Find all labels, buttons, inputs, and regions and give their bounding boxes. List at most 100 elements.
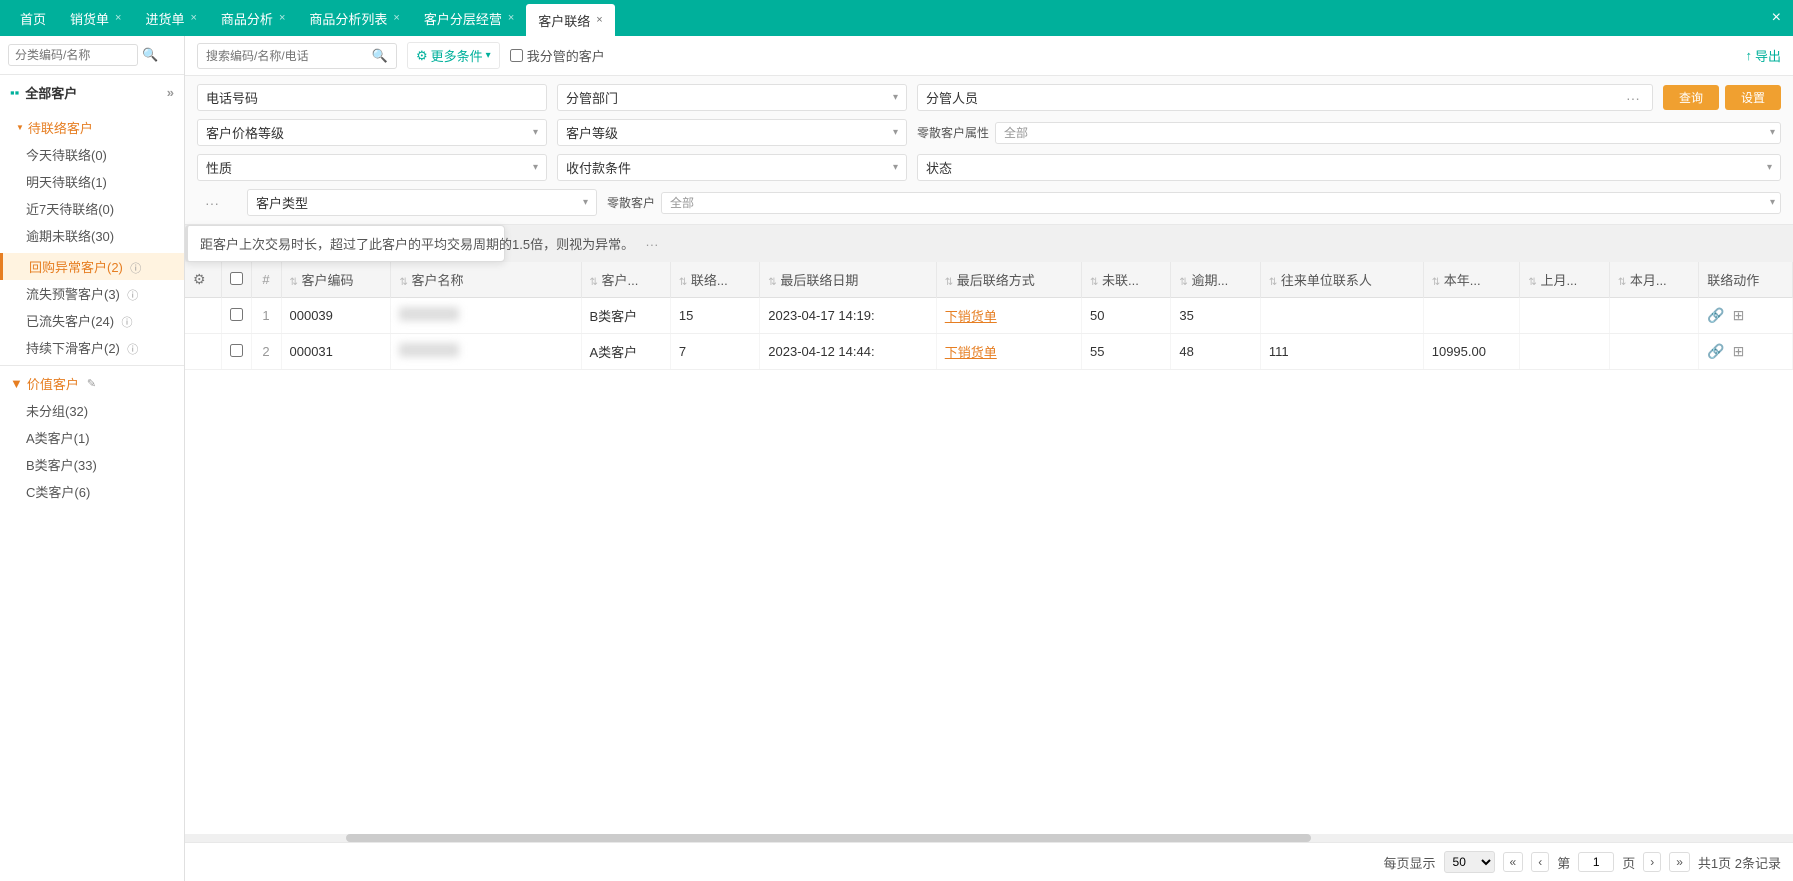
filter-person[interactable]: 分管人员 ··· [917,84,1653,111]
nav-close-product-analysis[interactable]: × [279,12,285,24]
per-page-label: 每页显示 [1384,853,1436,872]
sort-icon-lmonth[interactable]: ⇅ [1528,277,1536,288]
filter-customer-level[interactable]: 客户等级 ▾ [557,119,907,146]
col-uncontacted: ⇅ 未联... [1082,262,1171,298]
sidebar-item-class-c[interactable]: C类客户(6) [0,478,184,505]
sidebar-item-overdue[interactable]: 逾期未联络(30) [0,222,184,249]
row1-this-month [1609,298,1698,334]
nav-item-customer-contact[interactable]: 客户联络 × [526,4,614,36]
filter-payment[interactable]: 收付款条件 ▾ [557,154,907,181]
page-number-input[interactable] [1578,852,1614,872]
sort-icon-method[interactable]: ⇅ [945,277,953,288]
sort-icon-code[interactable]: ⇅ [290,277,298,288]
tooltip-popup: 距客户上次交易时长，超过了此客户的平均交易周期的1.5倍，则视为异常。 ··· [185,225,505,262]
row2-link-icon[interactable]: 🔗 [1707,343,1724,360]
sidebar-item-class-b[interactable]: B类客户(33) [0,451,184,478]
sort-icon-overdue[interactable]: ⇅ [1179,277,1187,288]
nav-item-product-list[interactable]: 商品分析列表 × [297,0,411,36]
sidebar-item-churn-warning[interactable]: 流失预警客户(3) ⓘ [0,280,184,307]
nav-close-customer-contact[interactable]: × [596,14,602,26]
sidebar-item-class-a[interactable]: A类客户(1) [0,424,184,451]
sort-icon-contact[interactable]: ⇅ [679,277,687,288]
sidebar-all-customers[interactable]: ▪▪ 全部客户 » [0,75,184,110]
row1-link-icon[interactable]: 🔗 [1707,307,1724,324]
row1-checkbox[interactable] [230,308,243,321]
retail-customer-select[interactable]: 全部 [661,192,1781,214]
scrollbar-thumb[interactable] [346,834,1311,842]
row1-method[interactable]: 下销货单 [936,298,1081,334]
per-page-select[interactable]: 50 20 100 200 [1444,851,1495,873]
row1-checkbox-cell [221,298,251,334]
sidebar-section-pending[interactable]: ▼ 待联络客户 [0,114,184,141]
filter-nature[interactable]: 性质 ▾ [197,154,547,181]
row1-grid-icon[interactable]: ⊞ [1733,307,1745,324]
filter-dept[interactable]: 分管部门 ▾ [557,84,907,111]
export-btn[interactable]: ↑ 导出 [1745,46,1781,65]
row2-checkbox[interactable] [230,344,243,357]
last-page-btn[interactable]: » [1669,852,1690,872]
search-icon[interactable]: 🔍 [372,48,388,64]
sidebar-search-input[interactable] [8,44,138,66]
sort-icon-tmonth[interactable]: ⇅ [1618,277,1626,288]
sidebar-search-area: 🔍 [0,36,184,75]
col-last-method: ⇅ 最后联络方式 [936,262,1081,298]
triangle-icon-2: ▼ [10,376,23,391]
nav-close-sales[interactable]: × [115,12,121,24]
sidebar-search-icon[interactable]: 🔍 [142,47,158,63]
nav-item-home[interactable]: 首页 [8,0,58,36]
dots-more[interactable]: ··· [197,192,227,214]
retail-attr-select[interactable]: 全部 [995,122,1781,144]
more-conditions-btn[interactable]: ⚙ 更多条件 ▾ [407,42,500,69]
filter-phone[interactable]: 电话号码 [197,84,547,111]
col-type: ⇅ 客户... [581,262,670,298]
nav-item-customer-tier[interactable]: 客户分层经营 × [412,0,526,36]
col-this-year: ⇅ 本年... [1423,262,1520,298]
sidebar-item-7days[interactable]: 近7天待联络(0) [0,195,184,222]
nav-close-customer-tier[interactable]: × [508,12,514,24]
select-all-checkbox[interactable] [230,272,243,285]
sort-icon-name[interactable]: ⇅ [399,277,407,288]
tooltip-close[interactable]: ··· [645,237,658,252]
dots-person[interactable]: ··· [1622,90,1644,106]
total-records-label: 共1页 2条记录 [1698,853,1781,872]
filter-customer-type[interactable]: 客户类型 ▾ [247,189,597,216]
next-page-btn[interactable]: › [1643,852,1661,872]
horizontal-scrollbar[interactable] [185,834,1793,842]
filter-price-level[interactable]: 客户价格等级 ▾ [197,119,547,146]
nav-item-sales[interactable]: 销货单 × [58,0,133,36]
sort-icon-type[interactable]: ⇅ [590,277,598,288]
filter-retail-attr-wrapper: 零散客户属性 全部 ▾ [917,122,1781,144]
sidebar-item-today[interactable]: 今天待联络(0) [0,141,184,168]
my-customers-checkbox[interactable] [510,49,523,62]
sidebar-collapse-btn[interactable]: » [167,85,174,100]
settings-button[interactable]: 设置 [1725,85,1781,110]
close-all-button[interactable]: × [1772,9,1781,27]
nav-close-purchase[interactable]: × [190,12,196,24]
first-page-btn[interactable]: « [1503,852,1524,872]
nav-close-product-list[interactable]: × [393,12,399,24]
nav-item-product-analysis[interactable]: 商品分析 × [209,0,297,36]
row2-method[interactable]: 下销货单 [936,334,1081,370]
action-btns: 查询 设置 [1663,85,1781,110]
sidebar-item-declining[interactable]: 持续下滑客户(2) ⓘ [0,334,184,361]
sort-icon-unit[interactable]: ⇅ [1269,277,1277,288]
prev-page-btn[interactable]: ‹ [1531,852,1549,872]
sidebar-group-value-customers[interactable]: ▼ 价值客户 ✎ [0,370,184,397]
retail-customer-label: 零散客户 [607,194,655,211]
sort-icon-uncontacted[interactable]: ⇅ [1090,277,1098,288]
settings-icon[interactable]: ⚙ [193,271,206,287]
nav-item-purchase[interactable]: 进货单 × [133,0,208,36]
row2-grid-icon[interactable]: ⊞ [1733,343,1745,360]
query-button[interactable]: 查询 [1663,85,1719,110]
row2-date: 2023-04-12 14:44: [760,334,936,370]
retail-attr-select-wrapper: 全部 ▾ [995,122,1781,144]
sidebar-item-tomorrow[interactable]: 明天待联络(1) [0,168,184,195]
search-input[interactable] [206,49,368,63]
sidebar-item-repurchase-abnormal[interactable]: 回购异常客户(2) ⓘ [0,253,184,280]
sort-icon-date[interactable]: ⇅ [768,277,776,288]
filter-retail-customer-wrapper: 零散客户 全部 ▾ [607,192,1781,214]
sidebar-item-unclassified[interactable]: 未分组(32) [0,397,184,424]
filter-status[interactable]: 状态 ▾ [917,154,1781,181]
sort-icon-year[interactable]: ⇅ [1432,277,1440,288]
sidebar-item-churned[interactable]: 已流失客户(24) ⓘ [0,307,184,334]
